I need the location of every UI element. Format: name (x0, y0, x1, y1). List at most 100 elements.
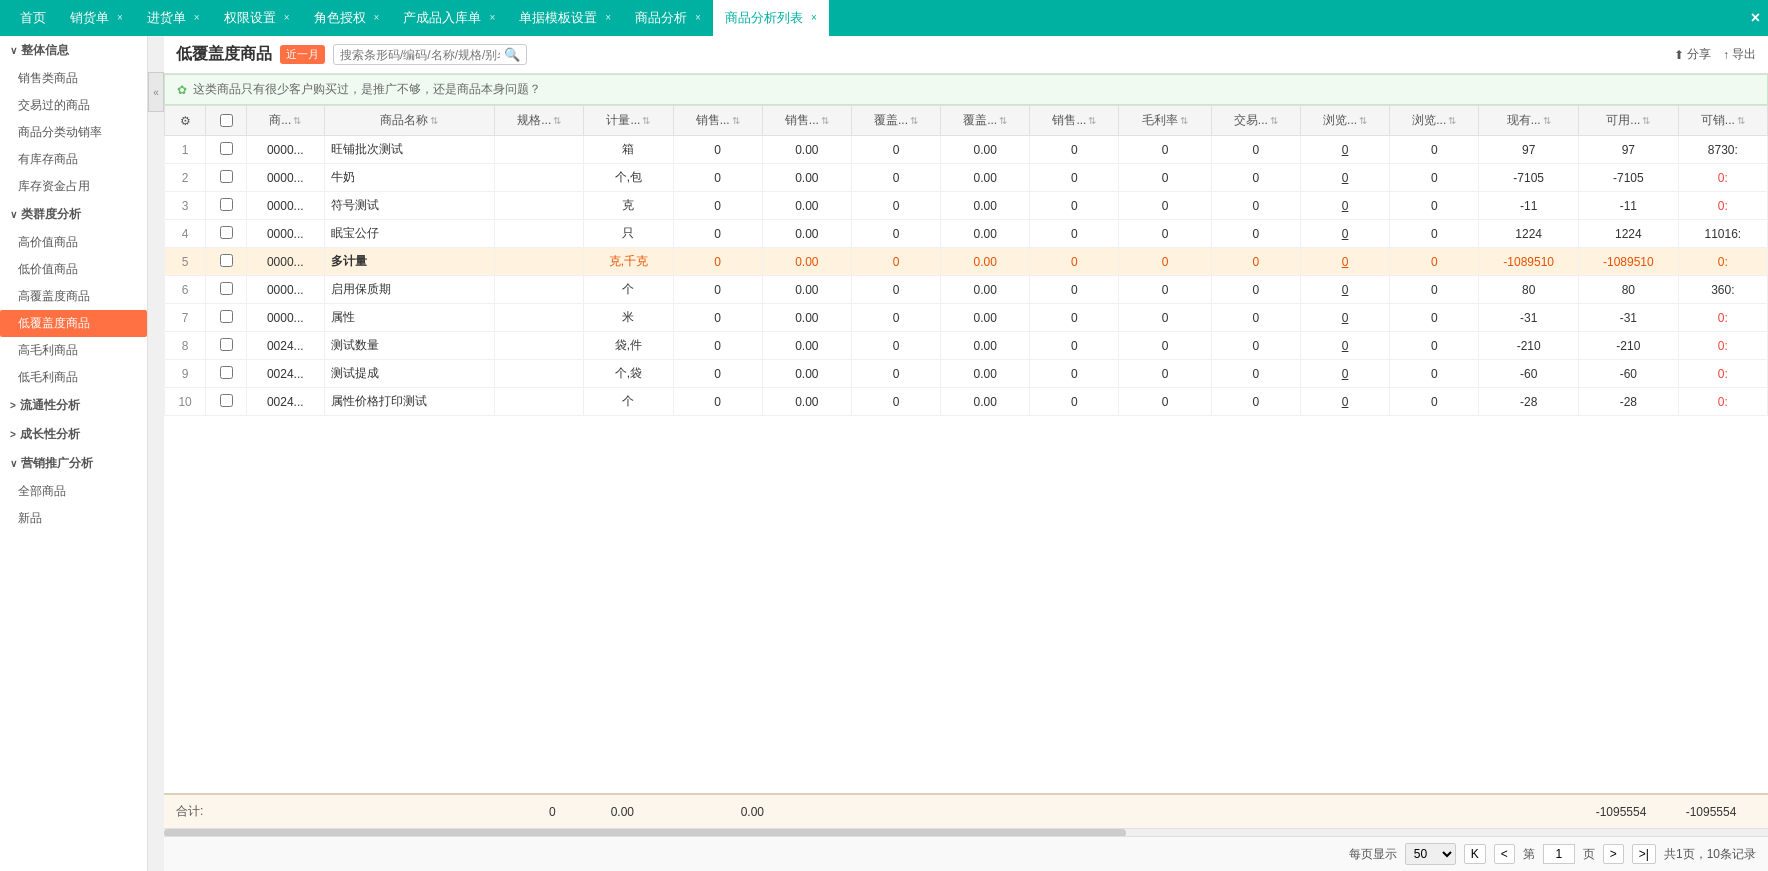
col-header-spec[interactable]: 规格...⇅ (495, 106, 584, 136)
page-number-input[interactable] (1543, 844, 1575, 864)
sidebar-item-有库存商品[interactable]: 有库存商品 (0, 146, 147, 173)
row-views1[interactable]: 0 (1300, 388, 1389, 416)
tab-close-icon[interactable]: × (811, 0, 817, 36)
row-name[interactable]: 牛奶 (324, 164, 495, 192)
sidebar-section-整体信息[interactable]: ∨整体信息 (0, 36, 147, 65)
row-checkbox[interactable] (220, 170, 233, 183)
row-checkbox[interactable] (220, 310, 233, 323)
sidebar-section-成长性分析[interactable]: >成长性分析 (0, 420, 147, 449)
tab-close-icon[interactable]: × (695, 0, 701, 36)
first-page-button[interactable]: K (1464, 844, 1486, 864)
row-name[interactable]: 多计量 (324, 248, 495, 276)
col-header-sales_qty[interactable]: 销售...⇅ (673, 106, 762, 136)
row-views1[interactable]: 0 (1300, 136, 1389, 164)
sidebar-item-商品分类动销率[interactable]: 商品分类动销率 (0, 119, 147, 146)
col-header-unit[interactable]: 计量...⇅ (584, 106, 673, 136)
nav-tab-单据模板设置[interactable]: 单据模板设置× (507, 0, 623, 36)
views-link[interactable]: 0 (1342, 143, 1349, 157)
col-header-views1[interactable]: 浏览...⇅ (1300, 106, 1389, 136)
tab-close-icon[interactable]: × (117, 0, 123, 36)
row-views1[interactable]: 0 (1300, 192, 1389, 220)
row-checkbox[interactable] (220, 366, 233, 379)
nav-tab-角色授权[interactable]: 角色授权× (302, 0, 392, 36)
row-name[interactable]: 眠宝公仔 (324, 220, 495, 248)
nav-tab-首页[interactable]: 首页 (8, 0, 58, 36)
col-header-stock1[interactable]: 现有...⇅ (1479, 106, 1579, 136)
row-checkbox[interactable] (220, 226, 233, 239)
views-link[interactable]: 0 (1342, 255, 1349, 269)
row-name[interactable]: 属性 (324, 304, 495, 332)
row-checkbox[interactable] (220, 198, 233, 211)
col-header-name[interactable]: 商品名称⇅ (324, 106, 495, 136)
col-header-checkbox[interactable] (206, 106, 247, 136)
tab-close-icon[interactable]: × (374, 0, 380, 36)
sidebar-item-全部商品[interactable]: 全部商品 (0, 478, 147, 505)
col-header-coverage2[interactable]: 覆盖...⇅ (941, 106, 1030, 136)
row-name[interactable]: 属性价格打印测试 (324, 388, 495, 416)
row-views1[interactable]: 0 (1300, 220, 1389, 248)
col-header-coverage1[interactable]: 覆盖...⇅ (851, 106, 940, 136)
views-link[interactable]: 0 (1342, 171, 1349, 185)
sidebar-item-低毛利商品[interactable]: 低毛利商品 (0, 364, 147, 391)
row-checkbox[interactable] (220, 142, 233, 155)
views-link[interactable]: 0 (1342, 367, 1349, 381)
row-views1[interactable]: 0 (1300, 360, 1389, 388)
nav-tab-产成品入库单[interactable]: 产成品入库单× (391, 0, 507, 36)
col-header-stock2[interactable]: 可用...⇅ (1579, 106, 1679, 136)
sidebar-item-低覆盖度商品[interactable]: 低覆盖度商品 (0, 310, 147, 337)
nav-tab-商品分析列表[interactable]: 商品分析列表× (713, 0, 829, 36)
sidebar-item-高毛利商品[interactable]: 高毛利商品 (0, 337, 147, 364)
tab-close-icon[interactable]: × (284, 0, 290, 36)
period-badge[interactable]: 近一月 (280, 45, 325, 64)
sidebar-section-营销推广分析[interactable]: ∨营销推广分析 (0, 449, 147, 478)
row-name[interactable]: 测试提成 (324, 360, 495, 388)
views-link[interactable]: 0 (1342, 395, 1349, 409)
row-name[interactable]: 启用保质期 (324, 276, 495, 304)
sidebar-item-高覆盖度商品[interactable]: 高覆盖度商品 (0, 283, 147, 310)
col-header-views2[interactable]: 浏览...⇅ (1390, 106, 1479, 136)
row-checkbox[interactable] (220, 338, 233, 351)
nav-tab-权限设置[interactable]: 权限设置× (212, 0, 302, 36)
nav-tab-商品分析[interactable]: 商品分析× (623, 0, 713, 36)
sidebar-item-交易过的商品[interactable]: 交易过的商品 (0, 92, 147, 119)
row-name[interactable]: 旺铺批次测试 (324, 136, 495, 164)
close-all-button[interactable]: × (1751, 9, 1760, 27)
tab-close-icon[interactable]: × (605, 0, 611, 36)
col-header-sellable[interactable]: 可销...⇅ (1678, 106, 1767, 136)
nav-tab-销货单[interactable]: 销货单× (58, 0, 135, 36)
page-size-select[interactable]: 2050100 (1405, 843, 1456, 865)
sidebar-item-高价值商品[interactable]: 高价值商品 (0, 229, 147, 256)
col-header-code[interactable]: 商...⇅ (246, 106, 324, 136)
row-name[interactable]: 测试数量 (324, 332, 495, 360)
col-header-settings[interactable]: ⚙ (165, 106, 206, 136)
sidebar-item-库存资金占用[interactable]: 库存资金占用 (0, 173, 147, 200)
search-input[interactable] (340, 48, 500, 62)
row-views1[interactable]: 0 (1300, 164, 1389, 192)
views-link[interactable]: 0 (1342, 227, 1349, 241)
tab-close-icon[interactable]: × (194, 0, 200, 36)
row-checkbox[interactable] (220, 394, 233, 407)
col-header-transactions[interactable]: 交易...⇅ (1211, 106, 1300, 136)
sidebar-section-类群度分析[interactable]: ∨类群度分析 (0, 200, 147, 229)
views-link[interactable]: 0 (1342, 283, 1349, 297)
prev-page-button[interactable]: < (1494, 844, 1515, 864)
col-header-margin[interactable]: 毛利率⇅ (1119, 106, 1211, 136)
sidebar-item-新品[interactable]: 新品 (0, 505, 147, 532)
row-checkbox[interactable] (220, 254, 233, 267)
row-views1[interactable]: 0 (1300, 276, 1389, 304)
select-all-checkbox[interactable] (220, 114, 233, 127)
share-button[interactable]: ⬆ 分享 (1674, 46, 1711, 63)
row-checkbox[interactable] (220, 282, 233, 295)
sidebar-section-流通性分析[interactable]: >流通性分析 (0, 391, 147, 420)
sidebar-item-销售类商品[interactable]: 销售类商品 (0, 65, 147, 92)
sidebar-collapse-button[interactable]: « (148, 72, 164, 112)
row-views1[interactable]: 0 (1300, 332, 1389, 360)
views-link[interactable]: 0 (1342, 311, 1349, 325)
last-page-button[interactable]: >| (1632, 844, 1656, 864)
row-name[interactable]: 符号测试 (324, 192, 495, 220)
col-header-sales3[interactable]: 销售...⇅ (1030, 106, 1119, 136)
tab-close-icon[interactable]: × (489, 0, 495, 36)
row-views1[interactable]: 0 (1300, 304, 1389, 332)
views-link[interactable]: 0 (1342, 339, 1349, 353)
export-button[interactable]: ↑ 导出 (1723, 46, 1756, 63)
